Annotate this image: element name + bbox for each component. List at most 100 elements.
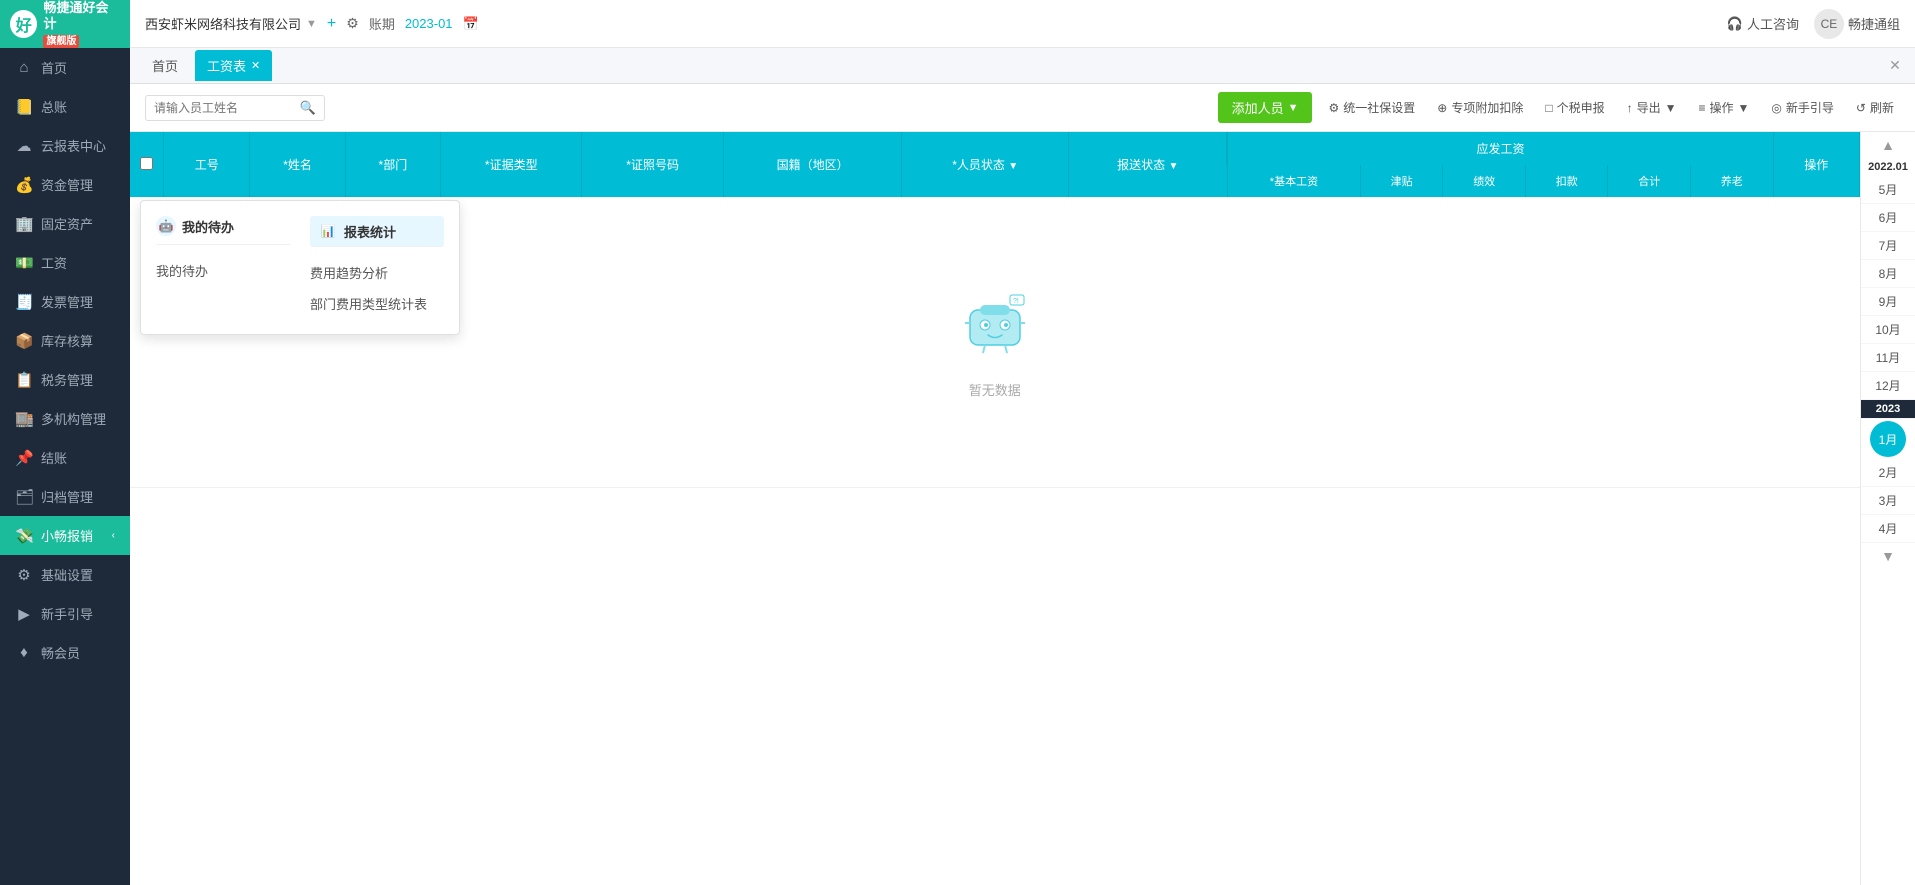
- cal-month-9[interactable]: 9月: [1861, 288, 1915, 316]
- sidebar-item-salary[interactable]: 💵 工资: [0, 243, 130, 282]
- guide-icon: ▶: [15, 605, 33, 623]
- select-all-checkbox[interactable]: [140, 157, 153, 170]
- sidebar-item-fund[interactable]: 💰 资金管理: [0, 165, 130, 204]
- th-operations: 操作: [1773, 132, 1860, 197]
- salary-icon: 💵: [15, 254, 33, 272]
- settings-btn[interactable]: ⚙: [346, 15, 359, 32]
- th-deduction: 扣款: [1525, 165, 1608, 197]
- member-icon: ♦: [15, 644, 33, 661]
- cal-month-8[interactable]: 8月: [1861, 260, 1915, 288]
- cal-month-5[interactable]: 5月: [1861, 176, 1915, 204]
- th-person-status[interactable]: *人员状态 ▼: [902, 132, 1069, 197]
- cal-month-2023-4[interactable]: 4月: [1861, 515, 1915, 543]
- add-person-btn[interactable]: 添加人员 ▼: [1218, 92, 1313, 123]
- calendar-panel: ▲ 2022.01 5月 6月 7月 8月 9月 10月 11月 12月 202…: [1860, 132, 1915, 885]
- th-send-status[interactable]: 报送状态 ▼: [1069, 132, 1228, 197]
- tab-close-icon[interactable]: ✕: [251, 59, 260, 72]
- toolbar: 🔍 添加人员 ▼ ⚙ 统一社保设置 ⊕ 专项附加扣除 □ 个税申报 ↑ 导出: [130, 84, 1915, 132]
- export-icon: ↑: [1627, 101, 1633, 115]
- search-box[interactable]: 🔍: [145, 95, 325, 121]
- company-selector[interactable]: 西安虾米网络科技有限公司 ▼: [145, 14, 317, 33]
- th-total: 合计: [1608, 165, 1691, 197]
- th-id-num: *证照号码: [582, 132, 723, 197]
- cal-nav-up[interactable]: ▲: [1861, 132, 1915, 158]
- inventory-icon: 📦: [15, 332, 33, 350]
- guide-icon: ◎: [1771, 101, 1781, 115]
- sidebar-item-new-guide[interactable]: ▶ 新手引导: [0, 594, 130, 633]
- tab-home-label: 首页: [152, 56, 178, 75]
- cal-month-10[interactable]: 10月: [1861, 316, 1915, 344]
- dropdown-cols: 🤖 我的待办 我的待办 📊 报表统计 费用趋势分析 部门费用类型统计表: [156, 216, 444, 319]
- export-btn[interactable]: ↑ 导出 ▼: [1621, 95, 1683, 120]
- search-input[interactable]: [154, 101, 295, 115]
- refresh-btn[interactable]: ↺ 刷新: [1850, 95, 1900, 120]
- operations-icon: ≡: [1699, 101, 1706, 115]
- tab-home[interactable]: 首页: [140, 50, 190, 81]
- cal-month-11[interactable]: 11月: [1861, 344, 1915, 372]
- cal-month-2023-1[interactable]: 1月: [1870, 421, 1906, 457]
- th-checkbox[interactable]: [130, 132, 164, 197]
- avatar: CE: [1814, 9, 1844, 39]
- sidebar-item-member[interactable]: ♦ 畅会员: [0, 633, 130, 672]
- tax-icon: 📋: [15, 371, 33, 389]
- tab-salary-label: 工资表: [207, 56, 246, 75]
- invoice-icon: 🧾: [15, 293, 33, 311]
- sidebar-item-general-ledger[interactable]: 📒 总账: [0, 87, 130, 126]
- sidebar-item-cloud-report[interactable]: ☁ 云报表中心: [0, 126, 130, 165]
- dropdown-col1-title: 🤖 我的待办: [156, 216, 290, 245]
- tab-salary[interactable]: 工资表 ✕: [195, 50, 272, 81]
- cal-month-6[interactable]: 6月: [1861, 204, 1915, 232]
- headset-icon: 🎧: [1727, 16, 1743, 32]
- tax-report-btn[interactable]: □ 个税申报: [1539, 95, 1610, 120]
- sidebar-item-invoice[interactable]: 🧾 发票管理: [0, 282, 130, 321]
- ledger-icon: 📒: [15, 98, 33, 116]
- assets-icon: 🏢: [15, 215, 33, 233]
- cal-month-7[interactable]: 7月: [1861, 232, 1915, 260]
- close-window-btn[interactable]: ✕: [1885, 56, 1905, 76]
- sidebar-item-basic-settings[interactable]: ⚙ 基础设置: [0, 555, 130, 594]
- cal-nav-down[interactable]: ▼: [1861, 543, 1915, 569]
- company-name: 西安虾米网络科技有限公司: [145, 14, 301, 33]
- sidebar-item-home[interactable]: ⌂ 首页: [0, 48, 130, 87]
- period-value[interactable]: 2023-01: [405, 16, 453, 31]
- special-deduction-btn[interactable]: ⊕ 专项附加扣除: [1431, 95, 1529, 120]
- xiaochang-icon: 💸: [15, 527, 33, 545]
- cal-month-12[interactable]: 12月: [1861, 372, 1915, 400]
- sidebar-item-xiaochang[interactable]: 💸 小畅报销 ‹: [0, 516, 130, 555]
- social-insurance-icon: ⚙: [1328, 101, 1339, 115]
- th-number: 工号: [164, 132, 250, 197]
- th-id-type: *证据类型: [441, 132, 582, 197]
- th-allowance: 津贴: [1360, 165, 1443, 197]
- dropdown-col2-title[interactable]: 📊 报表统计: [310, 216, 444, 247]
- dropdown-popup: 🤖 我的待办 我的待办 📊 报表统计 费用趋势分析 部门费用类型统计表: [140, 200, 460, 335]
- sidebar-item-fixed-assets[interactable]: 🏢 固定资产: [0, 204, 130, 243]
- cal-month-2023-2[interactable]: 2月: [1861, 459, 1915, 487]
- sidebar-item-archive[interactable]: 🗂 归档管理: [0, 477, 130, 516]
- main-area: 西安虾米网络科技有限公司 ▼ + ⚙ 账期 2023-01 📅 🎧 人工咨询 C…: [130, 0, 1915, 885]
- dropdown-expense-trend-item[interactable]: 费用趋势分析: [310, 257, 444, 288]
- operations-btn[interactable]: ≡ 操作 ▼: [1693, 95, 1756, 120]
- th-pension: 养老: [1690, 165, 1773, 197]
- user-profile[interactable]: CE 畅捷通组: [1814, 9, 1900, 39]
- sidebar-item-tax[interactable]: 📋 税务管理: [0, 360, 130, 399]
- service-btn[interactable]: 🎧 人工咨询: [1727, 14, 1799, 33]
- sidebar-item-close[interactable]: 📌 结账: [0, 438, 130, 477]
- guide-btn[interactable]: ◎ 新手引导: [1765, 95, 1840, 120]
- cal-month-2023-3[interactable]: 3月: [1861, 487, 1915, 515]
- dropdown-col-my-todos: 🤖 我的待办 我的待办: [156, 216, 290, 319]
- cloud-icon: ☁: [15, 137, 33, 155]
- add-company-btn[interactable]: +: [327, 15, 336, 33]
- dropdown-dept-expense-item[interactable]: 部门费用类型统计表: [310, 288, 444, 319]
- sidebar-item-inventory[interactable]: 📦 库存核算: [0, 321, 130, 360]
- operations-dropdown-icon: ▼: [1738, 101, 1750, 115]
- settings-icon: ⚙: [15, 566, 33, 584]
- add-person-label: 添加人员: [1232, 98, 1284, 117]
- calendar-icon[interactable]: 📅: [463, 16, 479, 32]
- filter-icon[interactable]: ▼: [1008, 161, 1018, 172]
- dropdown-my-todos-item[interactable]: 我的待办: [156, 255, 290, 286]
- send-filter-icon[interactable]: ▼: [1169, 161, 1179, 172]
- social-insurance-btn[interactable]: ⚙ 统一社保设置: [1322, 95, 1421, 120]
- add-person-dropdown-icon: ▼: [1288, 102, 1299, 114]
- th-base-salary: *基本工资: [1227, 165, 1360, 197]
- sidebar-item-multi-org[interactable]: 🏬 多机构管理: [0, 399, 130, 438]
